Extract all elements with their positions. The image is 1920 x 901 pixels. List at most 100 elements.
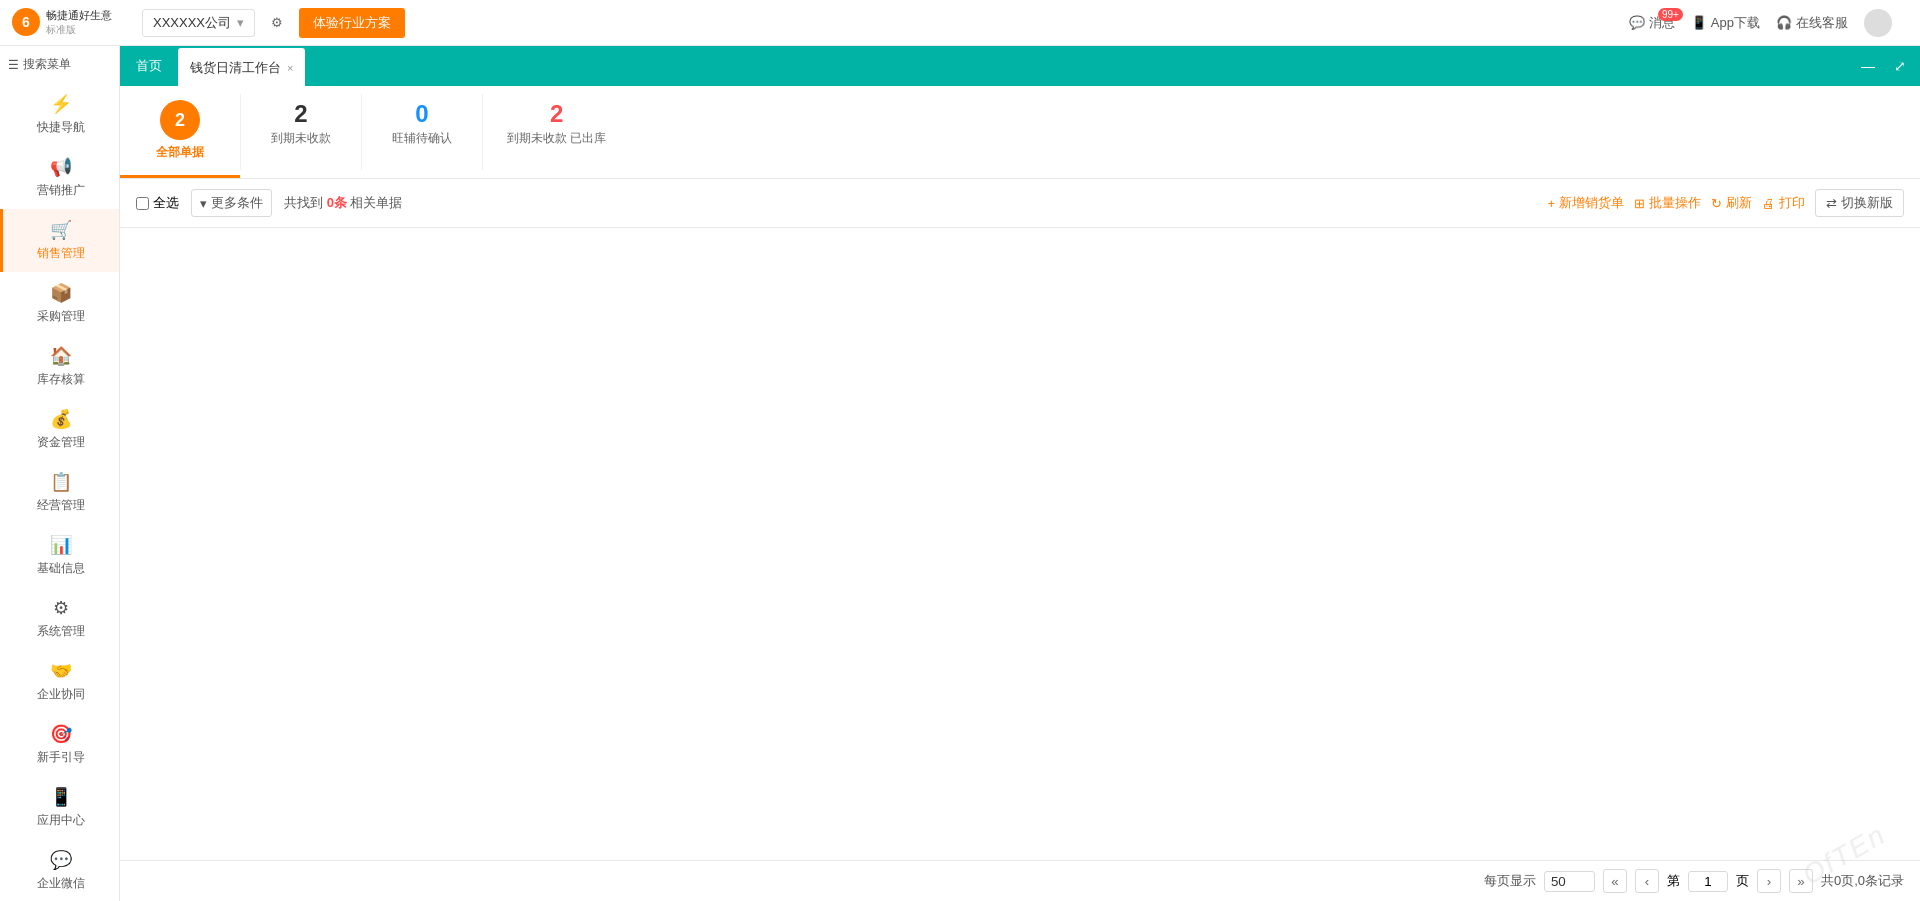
purchase-label: 采购管理 bbox=[37, 308, 85, 325]
stat-all[interactable]: 2 全部单据 bbox=[120, 86, 240, 178]
sidebar-item-system[interactable]: ⚙ 系统管理 bbox=[0, 587, 119, 650]
new-sales-order-button[interactable]: + 新增销货单 bbox=[1547, 194, 1624, 212]
filter-icon: ▾ bbox=[200, 196, 207, 211]
next-page-icon: › bbox=[1767, 874, 1771, 889]
pagination: 每页显示 20 50 100 « ‹ 第 页 › bbox=[120, 860, 1920, 901]
switch-label: 切换新版 bbox=[1841, 194, 1893, 212]
stat-overdue-label: 到期未收款 bbox=[265, 130, 337, 147]
basic-info-label: 基础信息 bbox=[37, 560, 85, 577]
last-page-button[interactable]: » bbox=[1789, 869, 1813, 893]
company-selector[interactable]: XXXXXX公司 ▾ bbox=[142, 9, 255, 37]
avatar[interactable] bbox=[1864, 9, 1892, 37]
wechat-icon: 💬 bbox=[50, 849, 72, 871]
sidebar-item-enterprise[interactable]: 🤝 企业协同 bbox=[0, 650, 119, 713]
tab-maximize-icon[interactable]: ⤢ bbox=[1888, 54, 1912, 78]
quick-nav-label: 快捷导航 bbox=[37, 119, 85, 136]
toolbar-right: + 新增销货单 ⊞ 批量操作 ↻ 刷新 🖨 打印 bbox=[1547, 189, 1904, 217]
sidebar-item-inventory[interactable]: 🏠 库存核算 bbox=[0, 335, 119, 398]
select-all-checkbox[interactable]: 全选 bbox=[136, 194, 179, 212]
more-filter-button[interactable]: ▾ 更多条件 bbox=[191, 189, 272, 217]
table-area bbox=[120, 228, 1920, 860]
message-action[interactable]: 💬 消息 99+ bbox=[1629, 14, 1675, 32]
switch-version-button[interactable]: ⇄ 切换新版 bbox=[1815, 189, 1904, 217]
tab-home[interactable]: 首页 bbox=[120, 46, 178, 86]
sidebar-item-quick-nav[interactable]: ⚡ 快捷导航 bbox=[0, 83, 119, 146]
marketing-icon: 📢 bbox=[50, 156, 72, 178]
trial-button[interactable]: 体验行业方案 bbox=[299, 8, 405, 38]
toolbar-left: 全选 ▾ 更多条件 共找到 0条 相关单据 bbox=[136, 189, 1535, 217]
sales-label: 销售管理 bbox=[37, 245, 85, 262]
page-size-select[interactable]: 20 50 100 bbox=[1544, 871, 1595, 892]
prev-page-icon: ‹ bbox=[1645, 874, 1649, 889]
page-input[interactable] bbox=[1688, 871, 1728, 892]
select-all-input[interactable] bbox=[136, 197, 149, 210]
logo-icon: 6 bbox=[12, 8, 40, 36]
stat-overdue-not-out[interactable]: 2 到期未收款 已出库 bbox=[483, 86, 630, 178]
quick-nav-icon: ⚡ bbox=[50, 93, 72, 115]
stat-overdue-not-out-count: 2 bbox=[507, 100, 606, 128]
print-icon: 🖨 bbox=[1762, 196, 1775, 211]
app-center-icon: 📱 bbox=[50, 786, 72, 808]
print-label: 打印 bbox=[1779, 194, 1805, 212]
page-label-2: 页 bbox=[1736, 872, 1749, 890]
tab-controls: — ⤢ bbox=[1856, 54, 1920, 78]
stat-pending[interactable]: 0 旺辅待确认 bbox=[362, 86, 482, 178]
new-btn-label: 新增销货单 bbox=[1559, 194, 1624, 212]
sidebar-item-marketing[interactable]: 📢 营销推广 bbox=[0, 146, 119, 209]
sidebar-item-guide[interactable]: 🎯 新手引导 bbox=[0, 713, 119, 776]
prev-page-button[interactable]: ‹ bbox=[1635, 869, 1659, 893]
inventory-label: 库存核算 bbox=[37, 371, 85, 388]
tab-close-icon[interactable]: × bbox=[287, 62, 293, 74]
app-download-action[interactable]: 📱 App下载 bbox=[1691, 14, 1760, 32]
sidebar-item-app-center[interactable]: 📱 应用中心 bbox=[0, 776, 119, 839]
sidebar-item-purchase[interactable]: 📦 采购管理 bbox=[0, 272, 119, 335]
switch-icon: ⇄ bbox=[1826, 196, 1837, 211]
batch-icon: ⊞ bbox=[1634, 196, 1645, 211]
select-all-label: 全选 bbox=[153, 194, 179, 212]
online-service-action[interactable]: 🎧 在线客服 bbox=[1776, 14, 1848, 32]
page-size-label: 每页显示 bbox=[1484, 872, 1536, 890]
logo-text: 畅捷通好生意 bbox=[46, 8, 112, 22]
tab-label: 钱货日清工作台 bbox=[190, 59, 281, 77]
print-button[interactable]: 🖨 打印 bbox=[1762, 194, 1805, 212]
online-service-label: 在线客服 bbox=[1796, 14, 1848, 32]
download-icon: 📱 bbox=[1691, 15, 1707, 30]
stat-all-count: 2 bbox=[160, 100, 200, 140]
stat-all-label: 全部单据 bbox=[144, 144, 216, 161]
stat-pending-count: 0 bbox=[386, 100, 458, 128]
batch-operation-button[interactable]: ⊞ 批量操作 bbox=[1634, 194, 1701, 212]
service-icon: 🎧 bbox=[1776, 15, 1792, 30]
sidebar-item-basic-info[interactable]: 📊 基础信息 bbox=[0, 524, 119, 587]
sidebar-item-wechat[interactable]: 💬 企业微信 bbox=[0, 839, 119, 901]
message-icon: 💬 bbox=[1629, 15, 1645, 30]
sidebar-item-search-menu[interactable]: ☰ 搜索菜单 bbox=[0, 46, 119, 83]
basic-info-icon: 📊 bbox=[50, 534, 72, 556]
settings-icon[interactable]: ⚙ bbox=[263, 9, 291, 37]
sidebar-item-sales[interactable]: 🛒 销售管理 bbox=[0, 209, 119, 272]
top-header: 6 畅捷通好生意 标准版 XXXXXX公司 ▾ ⚙ 体验行业方案 💬 消息 99… bbox=[0, 0, 1920, 46]
found-count: 0条 bbox=[327, 195, 347, 210]
stat-overdue-count: 2 bbox=[265, 100, 337, 128]
plus-icon: + bbox=[1547, 196, 1555, 211]
stat-pending-label: 旺辅待确认 bbox=[386, 130, 458, 147]
logo-sub: 标准版 bbox=[46, 23, 112, 37]
refresh-button[interactable]: ↻ 刷新 bbox=[1711, 194, 1752, 212]
enterprise-icon: 🤝 bbox=[50, 660, 72, 682]
sidebar: ☰ 搜索菜单 ⚡ 快捷导航 📢 营销推广 🛒 销售管理 📦 采购管理 🏠 库存核… bbox=[0, 46, 120, 901]
first-page-icon: « bbox=[1611, 874, 1618, 889]
sidebar-item-operation[interactable]: 📋 经营管理 bbox=[0, 461, 119, 524]
tab-active[interactable]: 钱货日清工作台 × bbox=[178, 48, 305, 88]
app-center-label: 应用中心 bbox=[37, 812, 85, 829]
sidebar-item-finance[interactable]: 💰 资金管理 bbox=[0, 398, 119, 461]
tab-minimize-icon[interactable]: — bbox=[1856, 54, 1880, 78]
main-content: 首页 钱货日清工作台 × — ⤢ 2 全部单据 2 到期未收款 bbox=[120, 46, 1920, 901]
finance-icon: 💰 bbox=[50, 408, 72, 430]
dropdown-arrow-icon: ▾ bbox=[237, 15, 244, 30]
first-page-button[interactable]: « bbox=[1603, 869, 1627, 893]
next-page-button[interactable]: › bbox=[1757, 869, 1781, 893]
last-page-icon: » bbox=[1797, 874, 1804, 889]
guide-label: 新手引导 bbox=[37, 749, 85, 766]
stats-bar: 2 全部单据 2 到期未收款 0 旺辅待确认 2 到期未收款 已出库 bbox=[120, 86, 1920, 179]
finance-label: 资金管理 bbox=[37, 434, 85, 451]
stat-overdue[interactable]: 2 到期未收款 bbox=[241, 86, 361, 178]
